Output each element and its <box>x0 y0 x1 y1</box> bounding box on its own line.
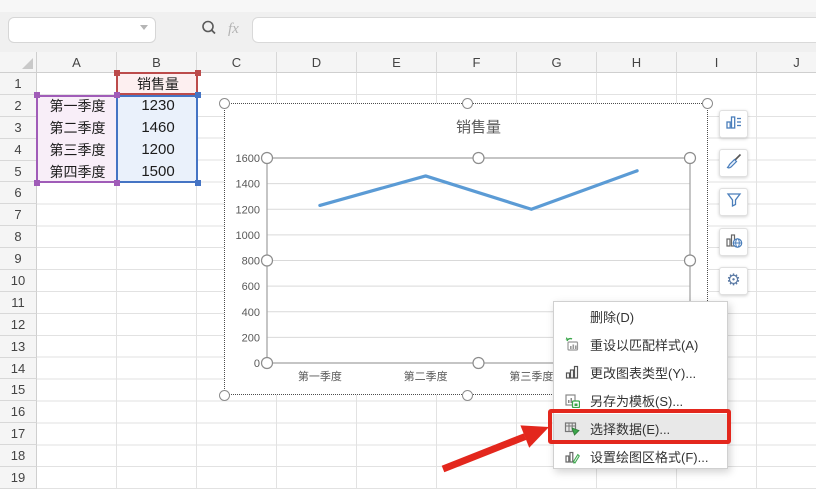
cell-A2[interactable]: 第一季度 <box>37 95 118 117</box>
cell-A3[interactable]: 第二季度 <box>37 117 118 139</box>
column-header-I[interactable]: I <box>677 52 757 73</box>
column-header-G[interactable]: G <box>517 52 597 73</box>
chart-handle-bottom-mid[interactable] <box>462 390 473 401</box>
cell-B3[interactable]: 1460 <box>118 117 198 139</box>
chart-handle-top-mid[interactable] <box>462 98 473 109</box>
svg-text:1000: 1000 <box>236 230 260 242</box>
chart-tool-move-chart[interactable] <box>719 228 748 256</box>
column-headers: ABCDEFGHIJ <box>37 52 816 73</box>
row-header-8[interactable]: 8 <box>0 226 37 248</box>
cell-A5[interactable]: 第四季度 <box>37 161 118 183</box>
svg-text:1400: 1400 <box>236 179 260 191</box>
row-header-6[interactable]: 6 <box>0 182 37 204</box>
row-header-12[interactable]: 12 <box>0 314 37 336</box>
column-header-E[interactable]: E <box>357 52 437 73</box>
move-chart-icon <box>725 231 743 254</box>
row-header-5[interactable]: 5 <box>0 161 37 183</box>
chart-tool-chart-filter[interactable] <box>719 188 748 216</box>
chart-handle-bottom-left[interactable] <box>219 390 230 401</box>
select-all-corner[interactable] <box>0 52 37 73</box>
row-headers: 12345678910111213141516171819 <box>0 73 37 489</box>
column-header-D[interactable]: D <box>277 52 357 73</box>
column-header-A[interactable]: A <box>37 52 117 73</box>
svg-text:0: 0 <box>254 358 260 370</box>
row-header-15[interactable]: 15 <box>0 379 37 401</box>
row-header-10[interactable]: 10 <box>0 270 37 292</box>
save-as-template-icon <box>564 392 580 408</box>
row-header-3[interactable]: 3 <box>0 117 37 139</box>
change-chart-type-icon <box>564 364 580 380</box>
chart-filter-icon <box>725 191 743 214</box>
magnifier-icon[interactable] <box>200 19 218 42</box>
row-header-13[interactable]: 13 <box>0 336 37 358</box>
column-header-F[interactable]: F <box>437 52 517 73</box>
name-box[interactable] <box>8 17 156 43</box>
formula-toolbar: fx <box>0 12 816 53</box>
menu-item-label: 重设以匹配样式(A) <box>590 335 698 354</box>
menu-item-label: 另存为模板(S)... <box>590 391 683 410</box>
chart-tool-chart-style[interactable] <box>719 149 748 177</box>
menu-item-label: 删除(D) <box>590 307 634 326</box>
chart-title[interactable]: 销售量 <box>267 116 690 137</box>
svg-text:第二季度: 第二季度 <box>404 369 448 383</box>
menu-item-6[interactable]: 设置绘图区格式(F)... <box>554 442 727 470</box>
row-header-18[interactable]: 18 <box>0 445 37 467</box>
row-header-1[interactable]: 1 <box>0 73 37 95</box>
row-header-2[interactable]: 2 <box>0 95 37 117</box>
formula-bar-input[interactable] <box>252 17 816 43</box>
row-header-4[interactable]: 4 <box>0 139 37 161</box>
chart-handle-top-right[interactable] <box>702 98 713 109</box>
cell-B5[interactable]: 1500 <box>118 161 198 183</box>
row-header-11[interactable]: 11 <box>0 292 37 314</box>
cell-A4[interactable]: 第三季度 <box>37 139 118 161</box>
no-icon <box>564 308 580 324</box>
svg-text:第三季度: 第三季度 <box>509 369 553 383</box>
row-header-17[interactable]: 17 <box>0 423 37 445</box>
chart-tool-chart-elements[interactable] <box>719 110 748 138</box>
svg-text:200: 200 <box>242 332 260 344</box>
chart-elements-icon <box>725 113 743 136</box>
column-header-H[interactable]: H <box>597 52 677 73</box>
row-header-7[interactable]: 7 <box>0 204 37 226</box>
menu-item-1[interactable]: 删除(D) <box>554 302 727 330</box>
menu-item-label: 设置绘图区格式(F)... <box>590 447 708 466</box>
row-header-9[interactable]: 9 <box>0 248 37 270</box>
svg-text:400: 400 <box>242 307 260 319</box>
cell-B2[interactable]: 1230 <box>118 95 198 117</box>
reset-match-style-icon <box>564 336 580 352</box>
row-header-16[interactable]: 16 <box>0 401 37 423</box>
select-all-triangle-icon <box>22 58 33 69</box>
menu-item-2[interactable]: 重设以匹配样式(A) <box>554 330 727 358</box>
chart-settings-icon: ⚙ <box>726 273 740 289</box>
menu-item-label: 更改图表类型(Y)... <box>590 363 696 382</box>
cell-B1[interactable]: 销售量 <box>118 73 198 95</box>
svg-text:800: 800 <box>242 256 260 268</box>
svg-text:1600: 1600 <box>236 153 260 165</box>
annotation-red-box <box>548 409 731 444</box>
chart-handle-top-left[interactable] <box>219 98 230 109</box>
chart-tool-chart-settings[interactable]: ⚙ <box>719 267 748 295</box>
column-header-C[interactable]: C <box>197 52 277 73</box>
column-header-J[interactable]: J <box>757 52 816 73</box>
format-plot-area-icon <box>564 448 580 464</box>
column-header-B[interactable]: B <box>117 52 197 73</box>
svg-text:600: 600 <box>242 281 260 293</box>
menu-item-3[interactable]: 更改图表类型(Y)... <box>554 358 727 386</box>
chart-style-icon <box>725 152 743 175</box>
row-header-19[interactable]: 19 <box>0 467 37 489</box>
svg-text:1200: 1200 <box>236 204 260 216</box>
cell-B4[interactable]: 1200 <box>118 139 198 161</box>
svg-text:第一季度: 第一季度 <box>298 369 342 383</box>
fx-icon: fx <box>228 21 239 38</box>
spreadsheet-window: fx ABCDEFGHIJ 12345678910111213141516171… <box>0 0 816 489</box>
name-box-dropdown-icon[interactable] <box>140 25 148 30</box>
row-header-14[interactable]: 14 <box>0 358 37 380</box>
